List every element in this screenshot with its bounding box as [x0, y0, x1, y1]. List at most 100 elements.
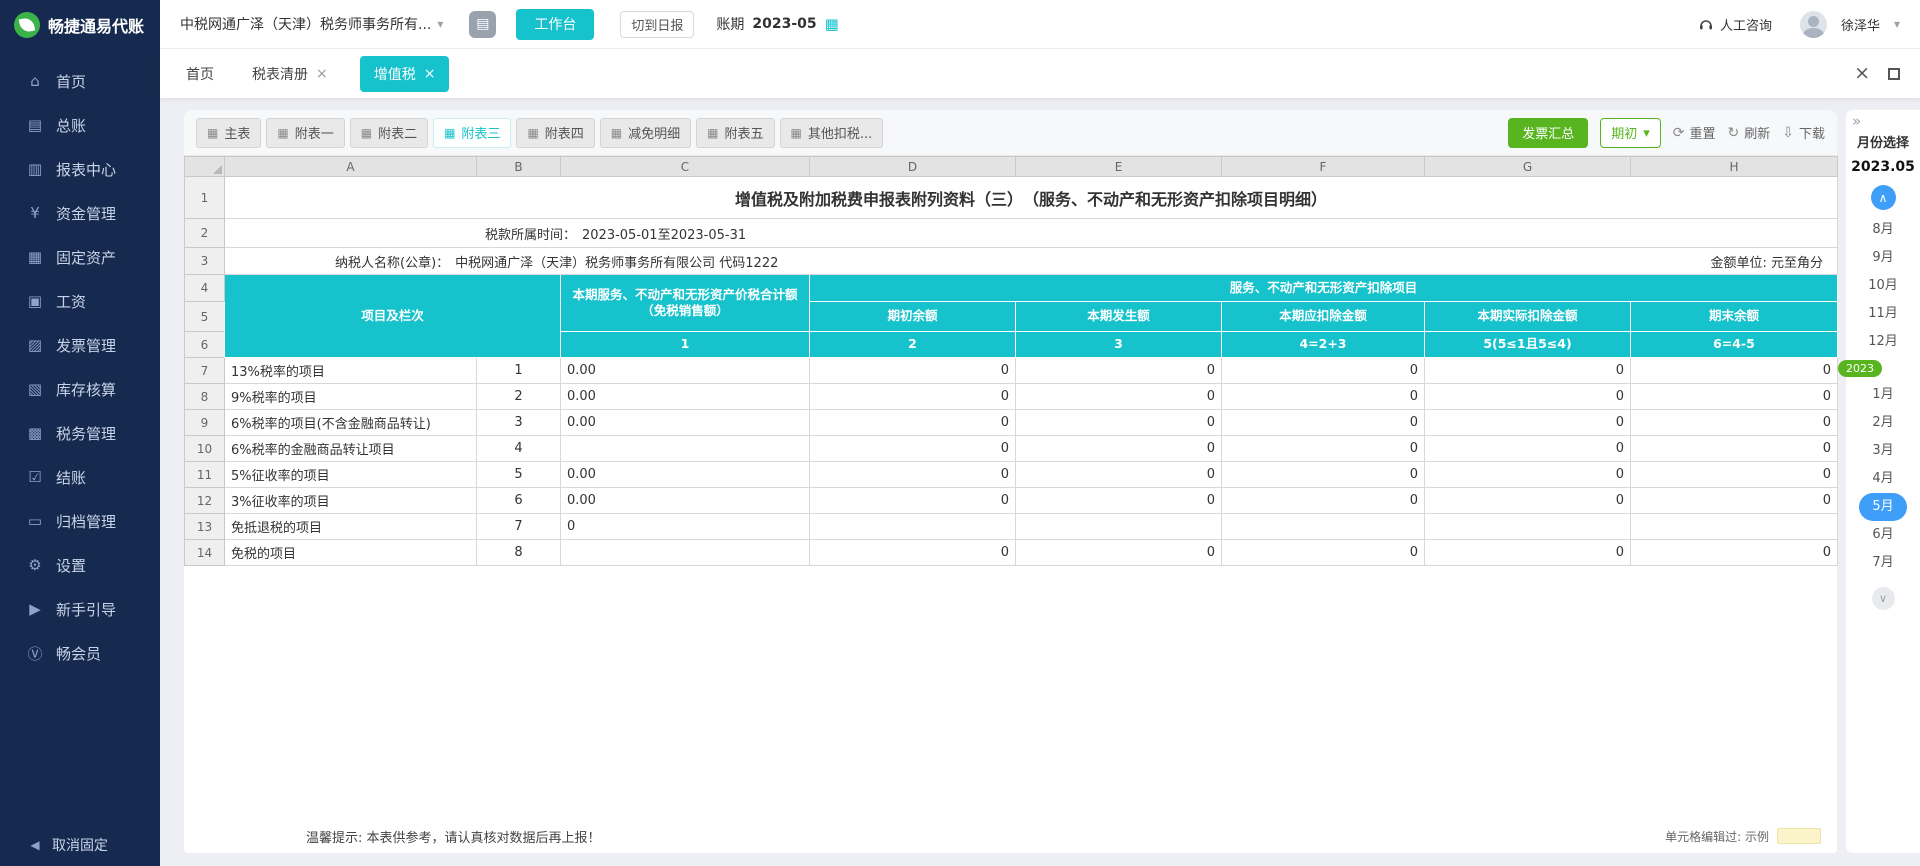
sidebar-item-member[interactable]: Ⓥ 畅会员 — [0, 631, 160, 675]
value-cell[interactable]: 0 — [1221, 383, 1425, 410]
value-cell[interactable]: 0 — [1221, 487, 1425, 514]
line-cell[interactable]: 3 — [476, 409, 561, 436]
month-item[interactable]: 9月 — [1846, 244, 1920, 272]
value-cell[interactable]: 0 — [809, 487, 1016, 514]
value-cell[interactable]: 0 — [1424, 357, 1631, 384]
value-cell[interactable] — [560, 539, 810, 566]
column-letter[interactable]: B — [476, 156, 561, 177]
month-item[interactable]: 4月 — [1846, 465, 1920, 493]
value-cell[interactable]: 0 — [809, 461, 1016, 488]
page-tab-tax-list[interactable]: 税表清册 × — [246, 56, 334, 92]
value-cell[interactable]: 0.00 — [560, 357, 810, 384]
scroll-down-button[interactable]: ∨ — [1871, 587, 1895, 610]
sidebar-item-guide[interactable]: ▶ 新手引导 — [0, 587, 160, 631]
month-item[interactable]: 10月 — [1846, 272, 1920, 300]
value-cell[interactable]: 0 — [1630, 539, 1838, 566]
value-cell[interactable]: 0 — [1015, 435, 1222, 462]
value-cell[interactable]: 0 — [809, 435, 1016, 462]
support-button[interactable]: 人工咨询 — [1698, 15, 1772, 34]
value-cell[interactable]: 0 — [1221, 461, 1425, 488]
sheet-tab-other[interactable]: ▦ 其他扣税... — [779, 117, 884, 148]
sheet-tab-f4[interactable]: ▦ 附表四 — [516, 117, 595, 148]
value-cell[interactable]: 0 — [1015, 357, 1222, 384]
sheet-tab-f1[interactable]: ▦ 附表一 — [266, 117, 345, 148]
sheet-tab-jianmian[interactable]: ▦ 减免明细 — [599, 117, 692, 148]
line-cell[interactable]: 5 — [476, 461, 561, 488]
value-cell[interactable]: 0 — [1424, 539, 1631, 566]
sheet-tab-main[interactable]: ▦ 主表 — [196, 117, 262, 148]
workbench-button[interactable]: 工作台 — [516, 8, 595, 40]
value-cell[interactable]: 0 — [1630, 461, 1838, 488]
value-cell[interactable]: 0 — [1015, 383, 1222, 410]
line-cell[interactable]: 6 — [476, 487, 561, 514]
sidebar-item-home[interactable]: ⌂ 首页 — [0, 59, 160, 103]
value-cell[interactable]: 0 — [1221, 357, 1425, 384]
value-cell[interactable]: 0 — [1424, 383, 1631, 410]
month-item[interactable]: 1月 — [1846, 381, 1920, 409]
calendar-icon[interactable]: ▦ — [825, 15, 839, 33]
page-tab-vat[interactable]: 增值税 × — [359, 55, 450, 92]
value-cell[interactable]: 0 — [1015, 487, 1222, 514]
notebook-button[interactable]: ▤ — [469, 10, 497, 38]
month-item[interactable]: 2月 — [1846, 409, 1920, 437]
value-cell[interactable]: 0 — [1221, 409, 1425, 436]
sidebar-item-invoice[interactable]: ▨ 发票管理 — [0, 323, 160, 367]
tax-period-cell[interactable]: 税款所属时间： 2023-05-01至2023-05-31 — [224, 218, 1838, 248]
close-icon[interactable]: × — [316, 66, 328, 82]
item-cell[interactable]: 3%征收率的项目 — [224, 487, 477, 514]
invoice-summary-button[interactable]: 发票汇总 — [1508, 117, 1589, 148]
user-name[interactable]: 徐泽华 — [1841, 15, 1880, 34]
period-value[interactable]: 2023-05 — [752, 16, 816, 32]
value-cell[interactable]: 0 — [1221, 539, 1425, 566]
value-cell[interactable]: 0.00 — [560, 383, 810, 410]
month-item[interactable]: 12月 — [1846, 328, 1920, 356]
scroll-up-button[interactable]: ∧ — [1870, 185, 1896, 210]
line-cell[interactable]: 4 — [476, 435, 561, 462]
item-cell[interactable]: 5%征收率的项目 — [224, 461, 477, 488]
column-letter[interactable]: D — [809, 156, 1016, 177]
column-letter[interactable]: F — [1221, 156, 1425, 177]
download-button[interactable]: ⇩ 下载 — [1782, 123, 1825, 143]
value-cell[interactable]: 0 — [1630, 435, 1838, 462]
value-cell[interactable] — [1221, 513, 1425, 540]
column-letter[interactable]: G — [1424, 156, 1631, 177]
month-item[interactable]: 7月 — [1846, 549, 1920, 577]
item-cell[interactable]: 6%税率的项目(不含金融商品转让) — [224, 409, 477, 436]
column-letter[interactable]: A — [224, 156, 477, 177]
collapse-panel-icon[interactable]: » — [1852, 112, 1861, 130]
value-cell[interactable]: 0 — [1424, 435, 1631, 462]
month-item[interactable]: 6月 — [1846, 521, 1920, 549]
sheet-tab-f5[interactable]: ▦ 附表五 — [696, 117, 775, 148]
item-cell[interactable]: 6%税率的金融商品转让项目 — [224, 435, 477, 462]
avatar[interactable] — [1799, 10, 1827, 38]
fullscreen-icon[interactable] — [1888, 67, 1900, 80]
value-cell[interactable]: 0 — [1630, 409, 1838, 436]
close-icon[interactable]: × — [424, 66, 436, 82]
value-cell[interactable]: 0 — [1015, 539, 1222, 566]
sidebar-item-archive[interactable]: ▭ 归档管理 — [0, 499, 160, 543]
line-cell[interactable]: 2 — [476, 383, 561, 410]
value-cell[interactable] — [809, 513, 1016, 540]
sheet-tab-f3[interactable]: ▦ 附表三 — [433, 117, 512, 148]
sidebar-item-reports[interactable]: ▥ 报表中心 — [0, 147, 160, 191]
user-chevron-down-icon[interactable]: ▾ — [1894, 17, 1900, 31]
value-cell[interactable]: 0 — [1221, 435, 1425, 462]
refresh-button[interactable]: ↻ 刷新 — [1728, 123, 1771, 143]
item-cell[interactable]: 免抵退税的项目 — [224, 513, 477, 540]
month-item[interactable]: 3月 — [1846, 437, 1920, 465]
value-cell[interactable]: 0 — [1630, 487, 1838, 514]
select-all-corner[interactable] — [184, 156, 225, 177]
value-cell[interactable]: 0 — [1630, 357, 1838, 384]
item-cell[interactable]: 13%税率的项目 — [224, 357, 477, 384]
sidebar-item-settings[interactable]: ⚙ 设置 — [0, 543, 160, 587]
value-cell[interactable]: 0 — [1424, 461, 1631, 488]
value-cell[interactable] — [1630, 513, 1838, 540]
company-selector[interactable]: 中税网通广泽（天津）税务师事务所有... ▾ — [180, 14, 443, 34]
close-tabs-icon[interactable]: × — [1854, 64, 1870, 83]
item-cell[interactable]: 9%税率的项目 — [224, 383, 477, 410]
switch-daily-button[interactable]: 切到日报 — [620, 10, 695, 38]
value-cell[interactable]: 0 — [1424, 409, 1631, 436]
sidebar-item-inventory[interactable]: ▧ 库存核算 — [0, 367, 160, 411]
opening-balance-dropdown[interactable]: 期初 ▾ — [1600, 117, 1661, 148]
line-cell[interactable]: 7 — [476, 513, 561, 540]
